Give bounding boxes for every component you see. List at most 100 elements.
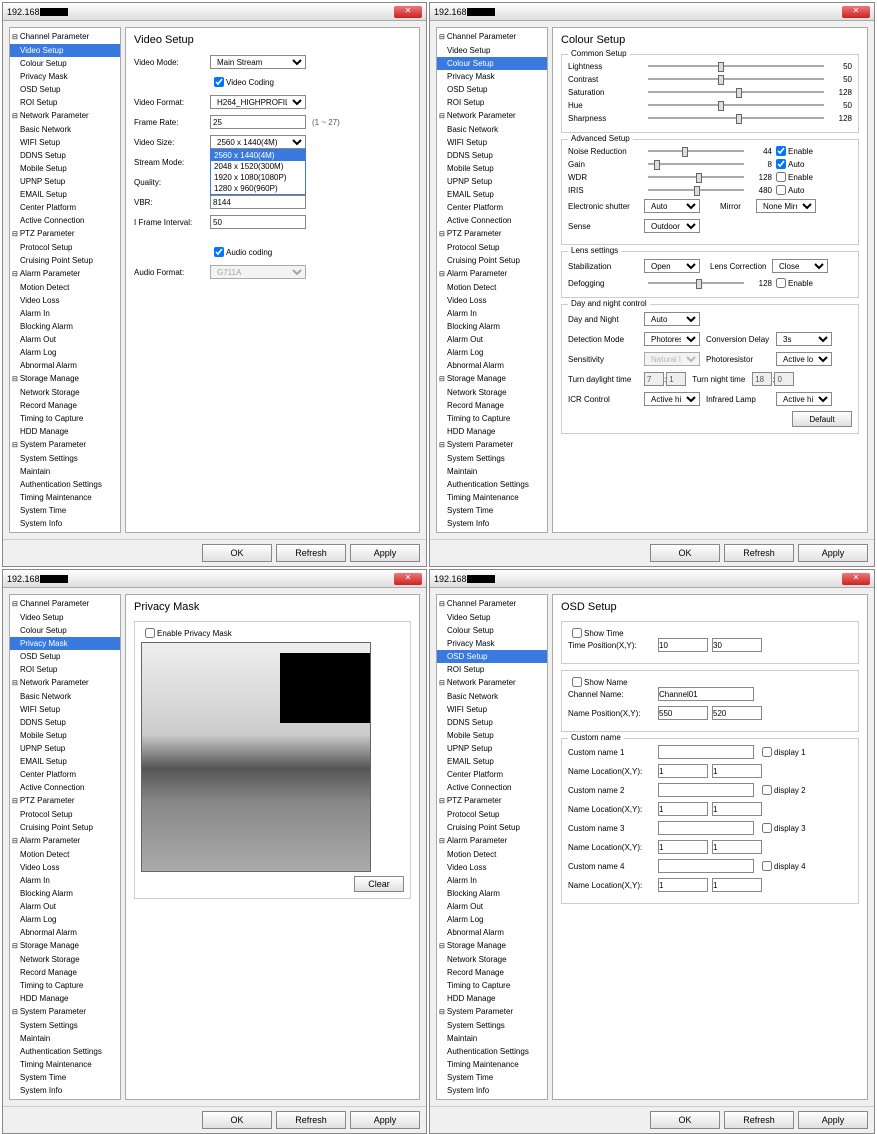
audio-coding-checkbox[interactable]: Audio coding — [214, 247, 290, 257]
tree-item-center[interactable]: Center Platform — [10, 201, 120, 214]
refresh-button[interactable]: Refresh — [724, 1111, 794, 1129]
channel-name-input[interactable] — [658, 687, 754, 701]
nav-tree[interactable]: Channel ParameterVideo SetupColour Setup… — [9, 27, 121, 533]
tree-group[interactable]: PTZ Parameter — [437, 794, 547, 808]
tree-group[interactable]: Alarm Parameter — [437, 267, 547, 281]
tree-item-upnp[interactable]: UPNP Setup — [437, 175, 547, 188]
tree-item-cruising[interactable]: Cruising Point Setup — [10, 821, 120, 834]
tree-item-colour[interactable]: Colour Setup — [437, 57, 547, 70]
tree-item-mobile[interactable]: Mobile Setup — [10, 729, 120, 742]
lenscorr-select[interactable]: Close — [772, 259, 828, 273]
show-time-checkbox[interactable]: Show Time — [572, 628, 852, 638]
tree-item-upnp[interactable]: UPNP Setup — [10, 742, 120, 755]
tree-group[interactable]: System Parameter — [10, 438, 120, 452]
tree-item-wifi[interactable]: WIFI Setup — [437, 703, 547, 716]
tree-group[interactable]: System Parameter — [437, 438, 547, 452]
tree-item-cruising[interactable]: Cruising Point Setup — [437, 821, 547, 834]
tree-item-syssettings[interactable]: System Settings — [10, 452, 120, 465]
tree-item-colour[interactable]: Colour Setup — [10, 624, 120, 637]
hue-slider[interactable] — [648, 100, 824, 110]
saturation-slider[interactable] — [648, 87, 824, 97]
tree-item-blocking[interactable]: Blocking Alarm — [437, 320, 547, 333]
tree-group[interactable]: Channel Parameter — [437, 30, 547, 44]
tree-item-osd[interactable]: OSD Setup — [437, 650, 547, 663]
tree-group[interactable]: Storage Manage — [437, 372, 547, 386]
apply-button[interactable]: Apply — [350, 544, 420, 562]
lightness-slider[interactable] — [648, 61, 824, 71]
ok-button[interactable]: OK — [650, 1111, 720, 1129]
tree-item-timing[interactable]: Timing to Capture — [437, 412, 547, 425]
tree-item-ddns[interactable]: DDNS Setup — [10, 716, 120, 729]
tree-item-recmanage[interactable]: Record Manage — [437, 966, 547, 979]
tree-group[interactable]: PTZ Parameter — [437, 227, 547, 241]
tree-item-protocol[interactable]: Protocol Setup — [10, 808, 120, 821]
tree-item-wifi[interactable]: WIFI Setup — [437, 136, 547, 149]
video-size-select[interactable]: 2560 x 1440(4M) — [210, 135, 306, 149]
tree-group[interactable]: Network Parameter — [437, 676, 547, 690]
video-coding-checkbox[interactable]: Video Coding — [214, 77, 290, 87]
mirror-select[interactable]: None Mirror — [756, 199, 816, 213]
daynight-select[interactable]: Auto — [644, 312, 700, 326]
video-preview[interactable] — [141, 642, 371, 872]
tree-group[interactable]: Storage Manage — [10, 939, 120, 953]
ok-button[interactable]: OK — [202, 544, 272, 562]
tree-item-mobile[interactable]: Mobile Setup — [437, 729, 547, 742]
tree-item-alarmin[interactable]: Alarm In — [10, 874, 120, 887]
video-mode-select[interactable]: Main Stream — [210, 55, 306, 69]
tree-item-video[interactable]: Video Setup — [437, 44, 547, 57]
contrast-slider[interactable] — [648, 74, 824, 84]
tree-item-motion[interactable]: Motion Detect — [10, 281, 120, 294]
tree-item-auth[interactable]: Authentication Settings — [10, 1045, 120, 1058]
refresh-button[interactable]: Refresh — [724, 544, 794, 562]
tree-group[interactable]: Channel Parameter — [437, 597, 547, 611]
tree-item-auth[interactable]: Authentication Settings — [10, 478, 120, 491]
tree-item-alarmin[interactable]: Alarm In — [437, 307, 547, 320]
tree-group[interactable]: Alarm Parameter — [10, 267, 120, 281]
tree-item-motion[interactable]: Motion Detect — [10, 848, 120, 861]
tree-item-videoloss[interactable]: Video Loss — [10, 294, 120, 307]
tree-item-ddns[interactable]: DDNS Setup — [437, 716, 547, 729]
tree-group[interactable]: Network Parameter — [10, 109, 120, 123]
custom2-input[interactable] — [658, 783, 754, 797]
video-size-dropdown[interactable]: 2560 x 1440(4M) 2048 x 1520(300M) 1920 x… — [210, 149, 306, 195]
tree-item-email[interactable]: EMAIL Setup — [10, 755, 120, 768]
tree-item-alarmout[interactable]: Alarm Out — [437, 333, 547, 346]
tree-item-ddns[interactable]: DDNS Setup — [10, 149, 120, 162]
tree-item-email[interactable]: EMAIL Setup — [437, 188, 547, 201]
tree-item-maintain[interactable]: Maintain — [437, 465, 547, 478]
tree-item-video[interactable]: Video Setup — [10, 611, 120, 624]
nav-tree[interactable]: Channel ParameterVideo SetupColour Setup… — [436, 27, 548, 533]
convdelay-select[interactable]: 3s — [776, 332, 832, 346]
tree-item-maintain[interactable]: Maintain — [10, 1032, 120, 1045]
tree-item-email[interactable]: EMAIL Setup — [10, 188, 120, 201]
tree-group[interactable]: Storage Manage — [437, 939, 547, 953]
tree-group[interactable]: PTZ Parameter — [10, 794, 120, 808]
tree-item-privacy[interactable]: Privacy Mask — [437, 637, 547, 650]
tree-item-center[interactable]: Center Platform — [10, 768, 120, 781]
tree-item-alarmin[interactable]: Alarm In — [437, 874, 547, 887]
tree-item-basicnet[interactable]: Basic Network — [437, 690, 547, 703]
close-button[interactable]: ✕ — [394, 6, 422, 18]
tree-item-mobile[interactable]: Mobile Setup — [10, 162, 120, 175]
tree-group[interactable]: System Parameter — [10, 1005, 120, 1019]
tree-item-activeconn[interactable]: Active Connection — [10, 214, 120, 227]
tree-item-hdd[interactable]: HDD Manage — [437, 425, 547, 438]
tree-item-roi[interactable]: ROI Setup — [10, 96, 120, 109]
icr-select[interactable]: Active high — [644, 392, 700, 406]
ok-button[interactable]: OK — [202, 1111, 272, 1129]
tree-item-netstorage[interactable]: Network Storage — [437, 953, 547, 966]
tree-group[interactable]: PTZ Parameter — [10, 227, 120, 241]
tree-item-privacy[interactable]: Privacy Mask — [10, 637, 120, 650]
tree-item-basicnet[interactable]: Basic Network — [10, 690, 120, 703]
close-button[interactable]: ✕ — [394, 573, 422, 585]
tree-item-blocking[interactable]: Blocking Alarm — [10, 887, 120, 900]
tree-group[interactable]: Storage Manage — [10, 372, 120, 386]
tree-item-sysinfo[interactable]: System Info — [10, 1084, 120, 1097]
tree-item-roi[interactable]: ROI Setup — [10, 663, 120, 676]
custom1-input[interactable] — [658, 745, 754, 759]
tree-item-video[interactable]: Video Setup — [437, 611, 547, 624]
tree-item-osd[interactable]: OSD Setup — [10, 83, 120, 96]
tree-item-hdd[interactable]: HDD Manage — [10, 992, 120, 1005]
video-format-select[interactable]: H264_HIGHPROFILE — [210, 95, 306, 109]
tree-item-recmanage[interactable]: Record Manage — [437, 399, 547, 412]
